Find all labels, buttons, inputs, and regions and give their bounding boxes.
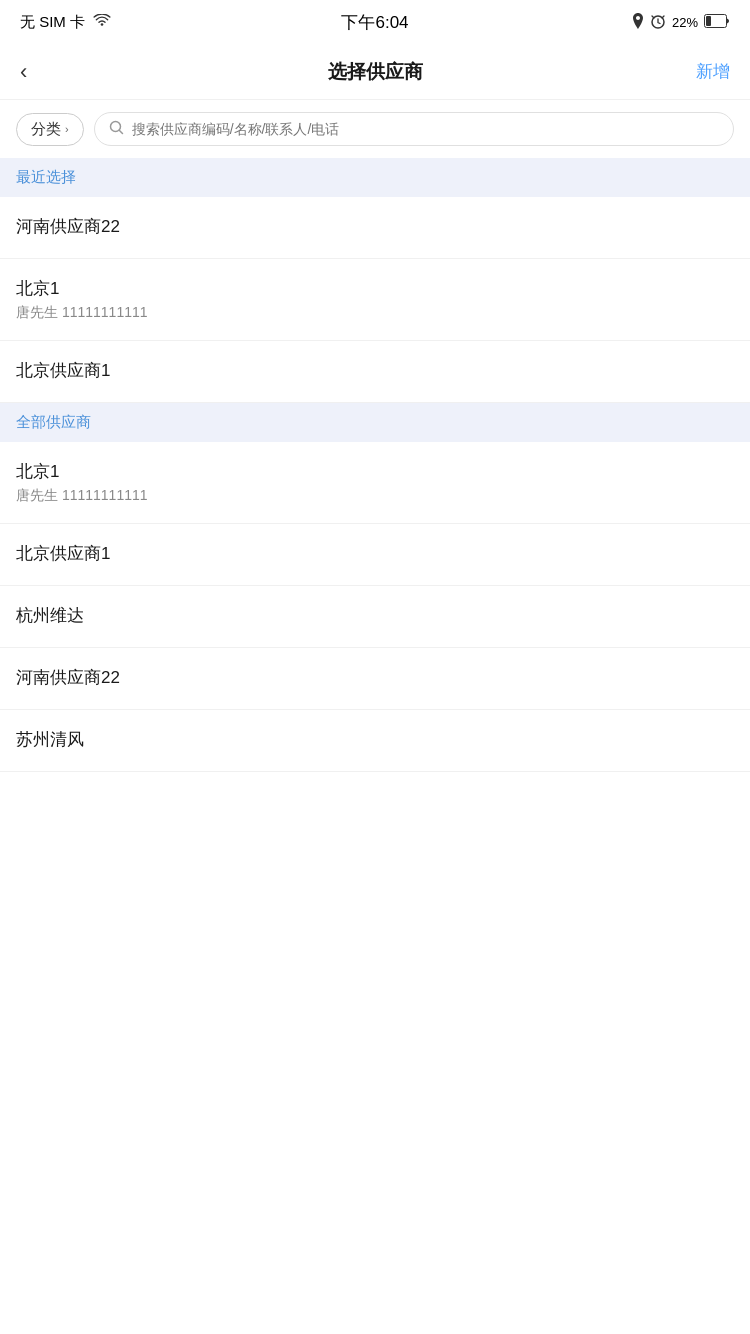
status-bar: 无 SIM 卡 下午6:04 22% <box>0 0 750 44</box>
recent-section-header: 最近选择 <box>0 158 750 197</box>
category-button[interactable]: 分类 › <box>16 113 84 146</box>
nav-bar: ‹ 选择供应商 新增 <box>0 44 750 100</box>
item-name: 苏州清风 <box>16 728 734 751</box>
item-name: 河南供应商22 <box>16 215 734 238</box>
list-item[interactable]: 北京1 唐先生 11111111111 <box>0 259 750 341</box>
search-box <box>94 112 734 146</box>
all-list: 北京1 唐先生 11111111111 北京供应商1 杭州维达河南供应商22 苏州清风 <box>0 442 750 772</box>
alarm-icon <box>650 13 666 32</box>
list-item[interactable]: 北京供应商1 <box>0 524 750 586</box>
item-name: 北京供应商1 <box>16 359 734 382</box>
add-button[interactable]: 新增 <box>696 60 730 83</box>
svg-rect-2 <box>706 16 711 26</box>
item-sub: 唐先生 11111111111 <box>16 304 734 322</box>
list-item[interactable]: 河南供应商22 <box>0 197 750 259</box>
list-item[interactable]: 河南供应商22 <box>0 648 750 710</box>
status-left: 无 SIM 卡 <box>20 13 111 32</box>
back-button[interactable]: ‹ <box>12 51 35 93</box>
search-input[interactable] <box>132 121 719 137</box>
item-name: 北京1 <box>16 277 734 300</box>
carrier-text: 无 SIM 卡 <box>20 13 85 32</box>
wifi-icon <box>93 14 111 31</box>
all-section-header: 全部供应商 <box>0 403 750 442</box>
item-sub: 唐先生 11111111111 <box>16 487 734 505</box>
status-time: 下午6:04 <box>341 11 408 34</box>
item-name: 北京1 <box>16 460 734 483</box>
search-icon <box>109 120 124 138</box>
page-title: 选择供应商 <box>328 59 423 85</box>
item-name: 北京供应商1 <box>16 542 734 565</box>
category-label: 分类 <box>31 120 61 139</box>
list-item[interactable]: 杭州维达 <box>0 586 750 648</box>
battery-icon <box>704 14 730 31</box>
location-icon <box>632 13 644 32</box>
list-item[interactable]: 苏州清风 <box>0 710 750 772</box>
recent-list: 河南供应商22 北京1 唐先生 11111111111 北京供应商1 <box>0 197 750 403</box>
item-name: 杭州维达 <box>16 604 734 627</box>
list-item[interactable]: 北京供应商1 <box>0 341 750 403</box>
list-item[interactable]: 北京1 唐先生 11111111111 <box>0 442 750 524</box>
filter-bar: 分类 › <box>0 100 750 158</box>
item-name: 河南供应商22 <box>16 666 734 689</box>
battery-text: 22% <box>672 15 698 30</box>
status-right: 22% <box>632 13 730 32</box>
chevron-right-icon: › <box>65 123 69 135</box>
